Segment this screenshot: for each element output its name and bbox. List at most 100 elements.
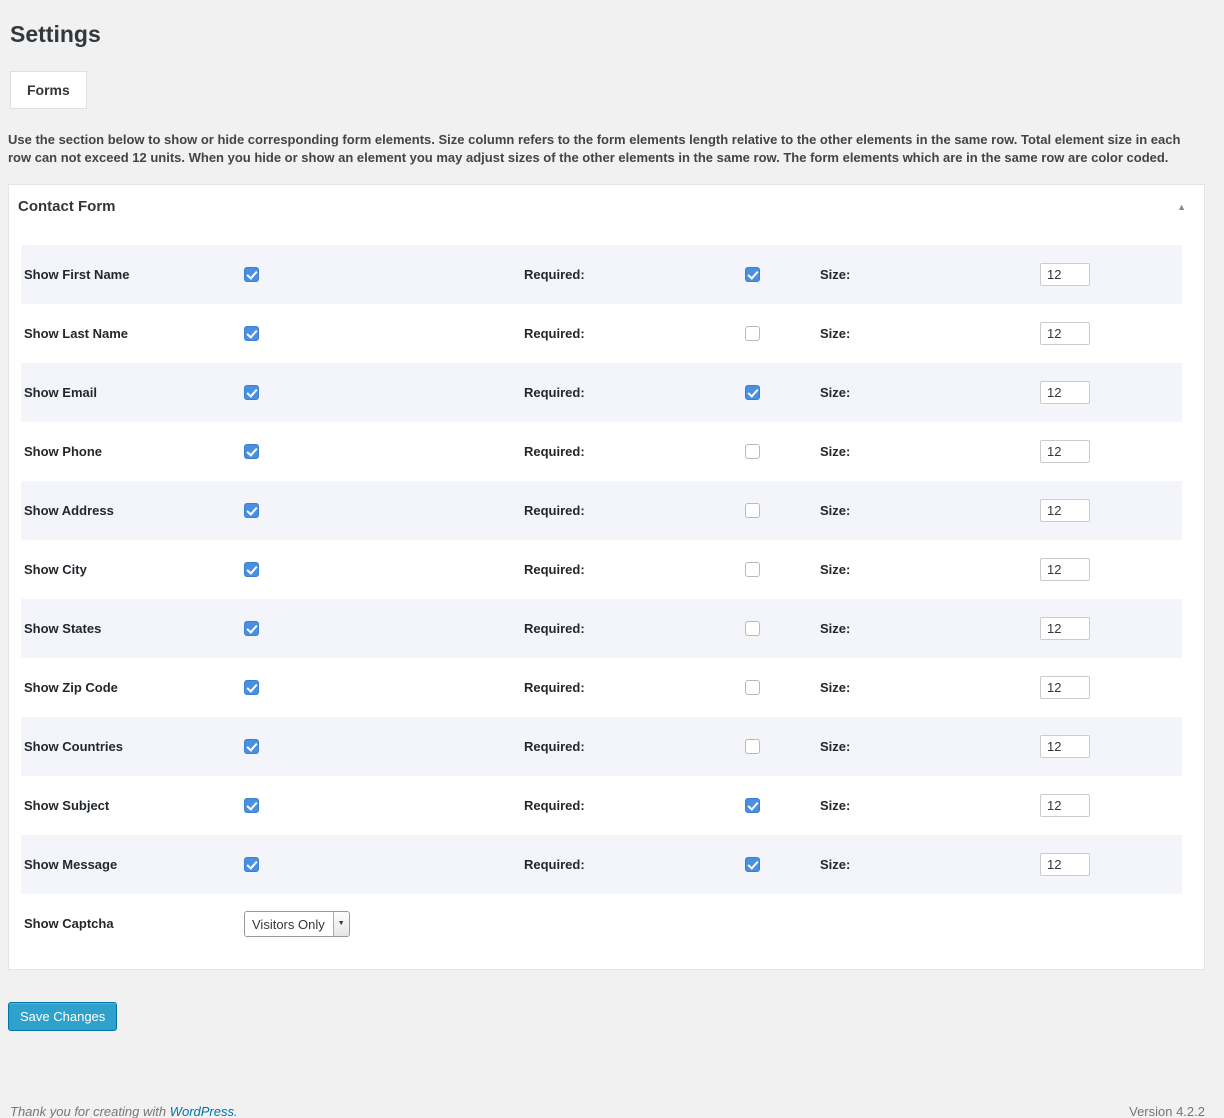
size-input-cell xyxy=(1040,322,1182,345)
required-checkbox-cell xyxy=(745,325,820,343)
size-input[interactable] xyxy=(1040,853,1090,876)
captcha-select-cell: Visitors Only ▼ xyxy=(244,911,524,937)
size-input[interactable] xyxy=(1040,617,1090,640)
panel-title: Contact Form xyxy=(18,198,116,215)
save-button[interactable]: Save Changes xyxy=(8,1002,117,1031)
show-checkbox-cell xyxy=(244,325,524,343)
show-checkbox[interactable] xyxy=(244,267,259,282)
size-input[interactable] xyxy=(1040,794,1090,817)
row-label: Show Email xyxy=(21,385,244,400)
tab-bar: Forms xyxy=(10,71,1205,109)
required-label: Required: xyxy=(524,326,745,341)
required-checkbox-cell xyxy=(745,797,820,815)
size-input-cell xyxy=(1040,794,1182,817)
size-label: Size: xyxy=(820,267,1040,282)
required-checkbox[interactable] xyxy=(745,680,760,695)
form-row: Show Countries Required: Size: xyxy=(21,717,1182,776)
form-row: Show Address Required: Size: xyxy=(21,481,1182,540)
row-label: Show Message xyxy=(21,857,244,872)
form-row: Show Zip Code Required: Size: xyxy=(21,658,1182,717)
show-checkbox[interactable] xyxy=(244,739,259,754)
form-row: Show Phone Required: Size: xyxy=(21,422,1182,481)
size-input[interactable] xyxy=(1040,499,1090,522)
size-input-cell xyxy=(1040,263,1182,286)
form-row: Show Subject Required: Size: xyxy=(21,776,1182,835)
required-checkbox[interactable] xyxy=(745,621,760,636)
required-label: Required: xyxy=(524,503,745,518)
collapse-triangle-icon[interactable]: ▲ xyxy=(1173,200,1190,214)
size-input[interactable] xyxy=(1040,322,1090,345)
size-input[interactable] xyxy=(1040,735,1090,758)
required-label: Required: xyxy=(524,621,745,636)
required-checkbox[interactable] xyxy=(745,503,760,518)
required-label: Required: xyxy=(524,267,745,282)
form-rows: Show First Name Required: Size: Show Las… xyxy=(21,245,1182,894)
size-label: Size: xyxy=(820,385,1040,400)
row-label: Show Address xyxy=(21,503,244,518)
footer: Thank you for creating with WordPress. V… xyxy=(0,1104,1224,1118)
size-input[interactable] xyxy=(1040,263,1090,286)
show-checkbox[interactable] xyxy=(244,798,259,813)
required-checkbox[interactable] xyxy=(745,326,760,341)
size-input-cell xyxy=(1040,735,1182,758)
required-checkbox[interactable] xyxy=(745,739,760,754)
size-label: Size: xyxy=(820,857,1040,872)
required-checkbox-cell xyxy=(745,384,820,402)
required-checkbox[interactable] xyxy=(745,385,760,400)
size-input-cell xyxy=(1040,499,1182,522)
form-row: Show Email Required: Size: xyxy=(21,363,1182,422)
size-input-cell xyxy=(1040,381,1182,404)
show-checkbox[interactable] xyxy=(244,680,259,695)
show-checkbox[interactable] xyxy=(244,385,259,400)
footer-thanks-prefix: Thank you for creating with xyxy=(10,1104,170,1118)
show-checkbox[interactable] xyxy=(244,503,259,518)
size-label: Size: xyxy=(820,621,1040,636)
required-checkbox-cell xyxy=(745,856,820,874)
required-checkbox-cell xyxy=(745,738,820,756)
show-checkbox[interactable] xyxy=(244,621,259,636)
required-checkbox[interactable] xyxy=(745,798,760,813)
wordpress-link[interactable]: WordPress xyxy=(170,1104,234,1118)
size-input[interactable] xyxy=(1040,440,1090,463)
required-checkbox[interactable] xyxy=(745,444,760,459)
row-label: Show City xyxy=(21,562,244,577)
show-checkbox-cell xyxy=(244,797,524,815)
form-row: Show First Name Required: Size: xyxy=(21,245,1182,304)
size-input[interactable] xyxy=(1040,676,1090,699)
show-checkbox[interactable] xyxy=(244,562,259,577)
show-checkbox-cell xyxy=(244,738,524,756)
size-input[interactable] xyxy=(1040,558,1090,581)
required-label: Required: xyxy=(524,857,745,872)
required-label: Required: xyxy=(524,798,745,813)
size-input-cell xyxy=(1040,676,1182,699)
size-label: Size: xyxy=(820,503,1040,518)
required-label: Required: xyxy=(524,444,745,459)
row-label: Show Last Name xyxy=(21,326,244,341)
show-checkbox[interactable] xyxy=(244,326,259,341)
form-row: Show States Required: Size: xyxy=(21,599,1182,658)
required-label: Required: xyxy=(524,562,745,577)
show-checkbox-cell xyxy=(244,620,524,638)
required-checkbox-cell xyxy=(745,443,820,461)
settings-description: Use the section below to show or hide co… xyxy=(8,131,1198,167)
contact-form-panel: Contact Form ▲ Show First Name Required:… xyxy=(8,184,1205,970)
show-checkbox[interactable] xyxy=(244,857,259,872)
contact-form-panel-header: Contact Form ▲ xyxy=(9,185,1204,227)
tab-forms[interactable]: Forms xyxy=(10,71,87,109)
footer-thanks-suffix: . xyxy=(234,1104,238,1118)
footer-version: Version 4.2.2 xyxy=(1129,1104,1205,1118)
required-checkbox[interactable] xyxy=(745,267,760,282)
size-input[interactable] xyxy=(1040,381,1090,404)
form-row: Show City Required: Size: xyxy=(21,540,1182,599)
show-checkbox[interactable] xyxy=(244,444,259,459)
contact-form-panel-body: Show First Name Required: Size: Show Las… xyxy=(9,227,1204,969)
row-label: Show Captcha xyxy=(21,916,244,931)
chevron-down-icon: ▼ xyxy=(333,912,349,936)
size-label: Size: xyxy=(820,739,1040,754)
required-checkbox-cell xyxy=(745,502,820,520)
required-checkbox[interactable] xyxy=(745,562,760,577)
show-checkbox-cell xyxy=(244,679,524,697)
captcha-select[interactable]: Visitors Only ▼ xyxy=(244,911,350,937)
size-label: Size: xyxy=(820,444,1040,459)
required-checkbox[interactable] xyxy=(745,857,760,872)
